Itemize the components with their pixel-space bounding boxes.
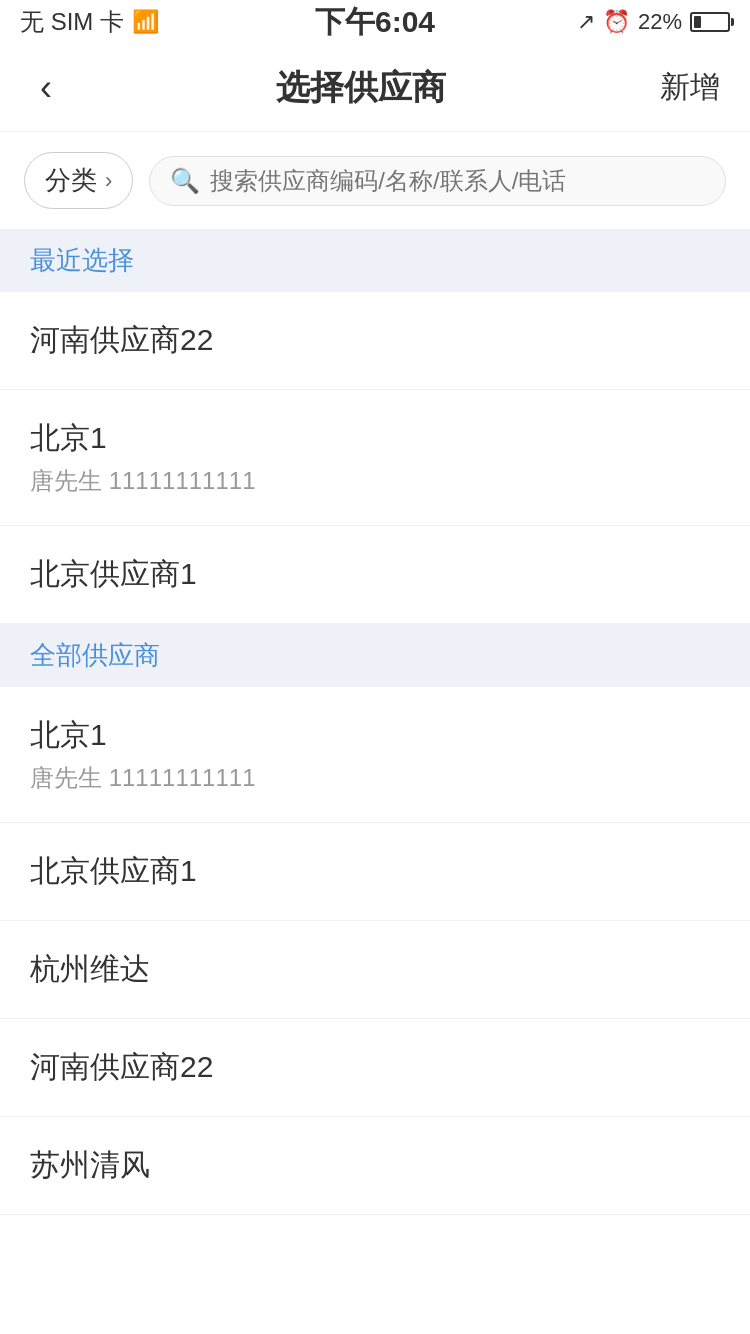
list-item[interactable]: 苏州清风 [0,1117,750,1215]
category-filter[interactable]: 分类 › [24,152,133,209]
chevron-right-icon: › [105,168,112,194]
wifi-icon: 📶 [132,9,159,35]
item-name: 北京供应商1 [30,851,720,892]
location-icon: ↗ [577,9,595,35]
item-sub: 唐先生 11111111111 [30,465,720,497]
battery-outline [690,12,730,32]
battery-percent: 22% [638,9,682,35]
list-item[interactable]: 河南供应商22 [0,1019,750,1117]
category-label: 分类 [45,163,97,198]
status-left: 无 SIM 卡 📶 [20,6,159,38]
back-button[interactable]: ‹ [30,57,62,119]
search-icon: 🔍 [170,167,200,195]
list-item[interactable]: 北京1 唐先生 11111111111 [0,687,750,823]
recent-section-header: 最近选择 [0,229,750,292]
item-name: 杭州维达 [30,949,720,990]
alarm-icon: ⏰ [603,9,630,35]
no-sim-text: 无 SIM 卡 [20,6,124,38]
filter-bar: 分类 › 🔍 [0,132,750,229]
item-name: 北京1 [30,418,720,459]
list-item[interactable]: 河南供应商22 [0,292,750,390]
status-right: ↗ ⏰ 22% [577,9,730,35]
item-sub: 唐先生 11111111111 [30,762,720,794]
status-time: 下午6:04 [315,2,435,43]
status-bar: 无 SIM 卡 📶 下午6:04 ↗ ⏰ 22% [0,0,750,44]
battery-icon [690,12,730,32]
list-item[interactable]: 北京供应商1 [0,823,750,921]
list-item[interactable]: 杭州维达 [0,921,750,1019]
item-name: 苏州清风 [30,1145,720,1186]
search-box[interactable]: 🔍 [149,156,726,206]
list-item[interactable]: 北京供应商1 [0,526,750,624]
list-item[interactable]: 北京1 唐先生 11111111111 [0,390,750,526]
search-input[interactable] [210,167,705,195]
recent-list: 河南供应商22 北京1 唐先生 11111111111 北京供应商1 [0,292,750,624]
item-name: 河南供应商22 [30,320,720,361]
all-list: 北京1 唐先生 11111111111 北京供应商1 杭州维达河南供应商22 苏州清风 [0,687,750,1215]
recent-section-title: 最近选择 [30,245,134,275]
item-name: 北京1 [30,715,720,756]
all-section-title: 全部供应商 [30,640,160,670]
battery-fill [694,16,701,28]
page-title: 选择供应商 [276,65,446,111]
item-name: 北京供应商1 [30,554,720,595]
all-section-header: 全部供应商 [0,624,750,687]
item-name: 河南供应商22 [30,1047,720,1088]
add-button[interactable]: 新增 [660,67,720,108]
nav-bar: ‹ 选择供应商 新增 [0,44,750,132]
